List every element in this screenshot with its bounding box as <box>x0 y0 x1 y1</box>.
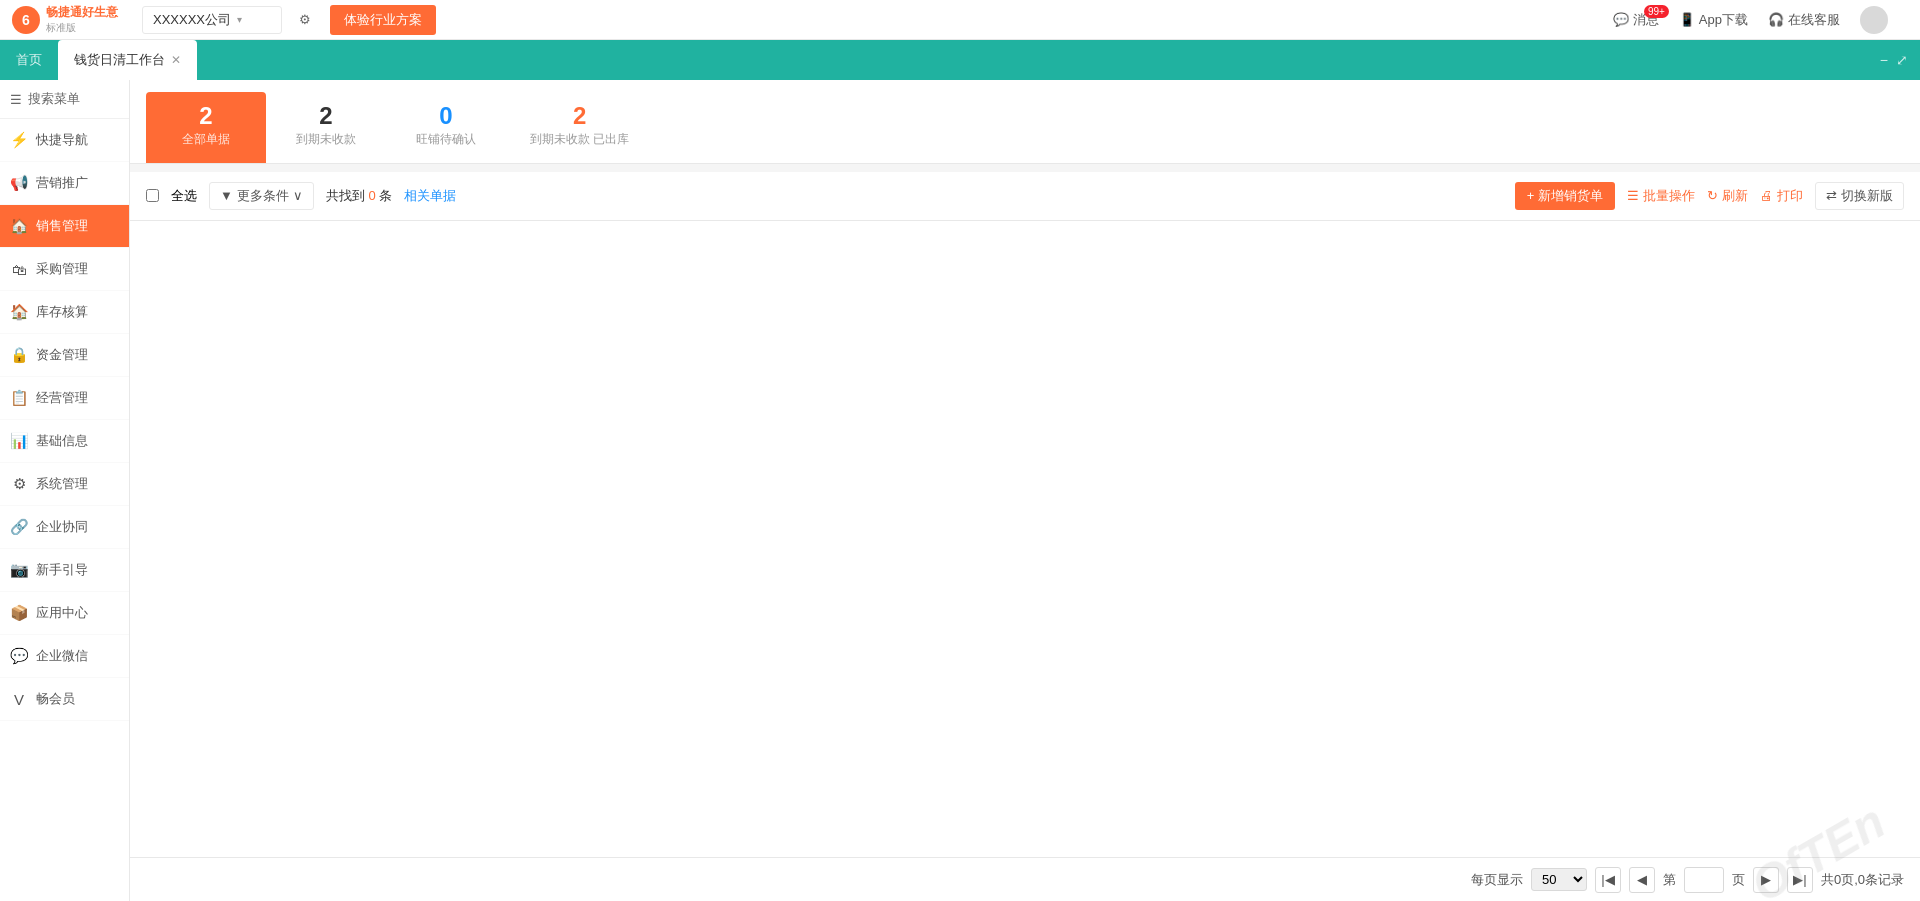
tab-workbench[interactable]: 钱货日清工作台 ✕ <box>58 40 197 80</box>
related-link[interactable]: 相关单据 <box>404 187 456 205</box>
sidebar-item-inventory[interactable]: 🏠 库存核算 <box>0 291 129 334</box>
company-selector[interactable]: XXXXXX公司 ▾ <box>142 6 282 34</box>
sidebar-item-enterprise[interactable]: 🔗 企业协同 <box>0 506 129 549</box>
logo-area: 6 畅捷通好生意 标准版 <box>12 5 142 34</box>
stat-tab-wangpu[interactable]: 0 旺铺待确认 <box>386 92 506 163</box>
sidebar-item-finance[interactable]: 🔒 资金管理 <box>0 334 129 377</box>
switch-version-button[interactable]: ⇄ 切换新版 <box>1815 182 1904 210</box>
stat-tab-shipped[interactable]: 2 到期未收款 已出库 <box>506 92 653 163</box>
prev-page-button[interactable]: ◀ <box>1629 867 1655 893</box>
enterprise-icon: 🔗 <box>10 518 28 536</box>
found-text: 共找到 0 条 <box>326 187 392 205</box>
content-area: 2 全部单据 2 到期未收款 0 旺铺待确认 2 到期未收款 已出库 全选 ▼ … <box>130 80 1920 901</box>
member-icon: V <box>10 690 28 708</box>
table-area <box>130 221 1920 857</box>
print-icon: 🖨 <box>1760 188 1773 203</box>
stats-tabs: 2 全部单据 2 到期未收款 0 旺铺待确认 2 到期未收款 已出库 <box>130 80 1920 164</box>
marketing-icon: 📢 <box>10 174 28 192</box>
main-layout: ☰ 搜索菜单 ⚡ 快捷导航 📢 营销推广 🏠 销售管理 🛍 采购管理 🏠 库存核… <box>0 80 1920 901</box>
chevron-down-icon: ▾ <box>237 14 242 25</box>
toolbar-right: + 新增销货单 ☰ 批量操作 ↻ 刷新 🖨 打印 ⇄ 切换新版 <box>1515 182 1904 210</box>
tab-close-icon[interactable]: ✕ <box>171 53 181 67</box>
service-icon: 🎧 <box>1768 12 1784 27</box>
message-button[interactable]: 💬 消息 99+ <box>1613 11 1659 29</box>
header-right: 💬 消息 99+ 📱 App下载 🎧 在线客服 <box>1613 6 1908 34</box>
system-icon: ⚙ <box>10 475 28 493</box>
app-download-button[interactable]: 📱 App下载 <box>1679 11 1748 29</box>
sidebar-item-marketing[interactable]: 📢 营销推广 <box>0 162 129 205</box>
stat-tab-overdue[interactable]: 2 到期未收款 <box>266 92 386 163</box>
sidebar-item-wechat[interactable]: 💬 企业微信 <box>0 635 129 678</box>
top-header: 6 畅捷通好生意 标准版 XXXXXX公司 ▾ ⚙ 体验行业方案 💬 消息 99… <box>0 0 1920 40</box>
guide-icon: 📷 <box>10 561 28 579</box>
trial-button[interactable]: 体验行业方案 <box>330 5 436 35</box>
stat-tab-all[interactable]: 2 全部单据 <box>146 92 266 163</box>
page-size-label: 每页显示 <box>1471 871 1523 889</box>
total-info: 共0页,0条记录 <box>1821 871 1904 889</box>
operations-icon: 📋 <box>10 389 28 407</box>
page-label: 第 <box>1663 871 1676 889</box>
tab-bar: 首页 钱货日清工作台 ✕ − ⤢ <box>0 40 1920 80</box>
sales-icon: 🏠 <box>10 217 28 235</box>
page-size-select[interactable]: 50 100 200 <box>1531 868 1587 891</box>
select-all-checkbox[interactable] <box>146 189 159 202</box>
sidebar-search[interactable]: ☰ 搜索菜单 <box>0 80 129 119</box>
sidebar-item-purchase[interactable]: 🛍 采购管理 <box>0 248 129 291</box>
chevron-filter-icon: ∨ <box>293 188 303 203</box>
inventory-icon: 🏠 <box>10 303 28 321</box>
logo-icon: 6 <box>12 6 40 34</box>
filter-button[interactable]: ▼ 更多条件 ∨ <box>209 182 314 210</box>
message-badge: 99+ <box>1644 5 1669 18</box>
sidebar-item-quick-nav[interactable]: ⚡ 快捷导航 <box>0 119 129 162</box>
wechat-icon: 💬 <box>10 647 28 665</box>
batch-button[interactable]: ☰ 批量操作 <box>1627 187 1695 205</box>
settings-icon[interactable]: ⚙ <box>290 5 320 35</box>
page-label-suffix: 页 <box>1732 871 1745 889</box>
sidebar-item-operations[interactable]: 📋 经营管理 <box>0 377 129 420</box>
online-service-button[interactable]: 🎧 在线客服 <box>1768 11 1840 29</box>
sidebar-item-app-center[interactable]: 📦 应用中心 <box>0 592 129 635</box>
page-input[interactable]: 1 <box>1684 867 1724 893</box>
sidebar-item-basic-info[interactable]: 📊 基础信息 <box>0 420 129 463</box>
sidebar-item-sales[interactable]: 🏠 销售管理 <box>0 205 129 248</box>
app-center-icon: 📦 <box>10 604 28 622</box>
pagination-bar: 每页显示 50 100 200 |◀ ◀ 第 1 页 ▶ ▶| 共0页,0条记录 <box>130 857 1920 901</box>
switch-icon: ⇄ <box>1826 188 1837 203</box>
toolbar: 全选 ▼ 更多条件 ∨ 共找到 0 条 相关单据 + 新增销货单 ☰ 批量操作 … <box>130 172 1920 221</box>
finance-icon: 🔒 <box>10 346 28 364</box>
first-page-button[interactable]: |◀ <box>1595 867 1621 893</box>
purchase-icon: 🛍 <box>10 260 28 278</box>
tab-bar-actions: − ⤢ <box>1880 52 1920 68</box>
sidebar: ☰ 搜索菜单 ⚡ 快捷导航 📢 营销推广 🏠 销售管理 🛍 采购管理 🏠 库存核… <box>0 80 130 901</box>
tab-home[interactable]: 首页 <box>0 40 58 80</box>
logo-text: 畅捷通好生意 标准版 <box>46 5 118 34</box>
tab-expand-icon[interactable]: ⤢ <box>1896 52 1908 68</box>
avatar[interactable] <box>1860 6 1888 34</box>
search-icon: ☰ <box>10 92 22 107</box>
print-button[interactable]: 🖨 打印 <box>1760 187 1803 205</box>
filter-icon: ▼ <box>220 188 233 203</box>
batch-icon: ☰ <box>1627 188 1639 203</box>
message-icon: 💬 <box>1613 12 1629 27</box>
quick-nav-icon: ⚡ <box>10 131 28 149</box>
refresh-icon: ↻ <box>1707 188 1718 203</box>
next-page-button[interactable]: ▶ <box>1753 867 1779 893</box>
sidebar-item-member[interactable]: V 畅会员 <box>0 678 129 721</box>
download-icon: 📱 <box>1679 12 1695 27</box>
select-all-label: 全选 <box>171 187 197 205</box>
basic-info-icon: 📊 <box>10 432 28 450</box>
sidebar-item-guide[interactable]: 📷 新手引导 <box>0 549 129 592</box>
add-sale-button[interactable]: + 新增销货单 <box>1515 182 1615 210</box>
last-page-button[interactable]: ▶| <box>1787 867 1813 893</box>
sidebar-item-system[interactable]: ⚙ 系统管理 <box>0 463 129 506</box>
tab-minimize-icon[interactable]: − <box>1880 52 1888 68</box>
refresh-button[interactable]: ↻ 刷新 <box>1707 187 1748 205</box>
